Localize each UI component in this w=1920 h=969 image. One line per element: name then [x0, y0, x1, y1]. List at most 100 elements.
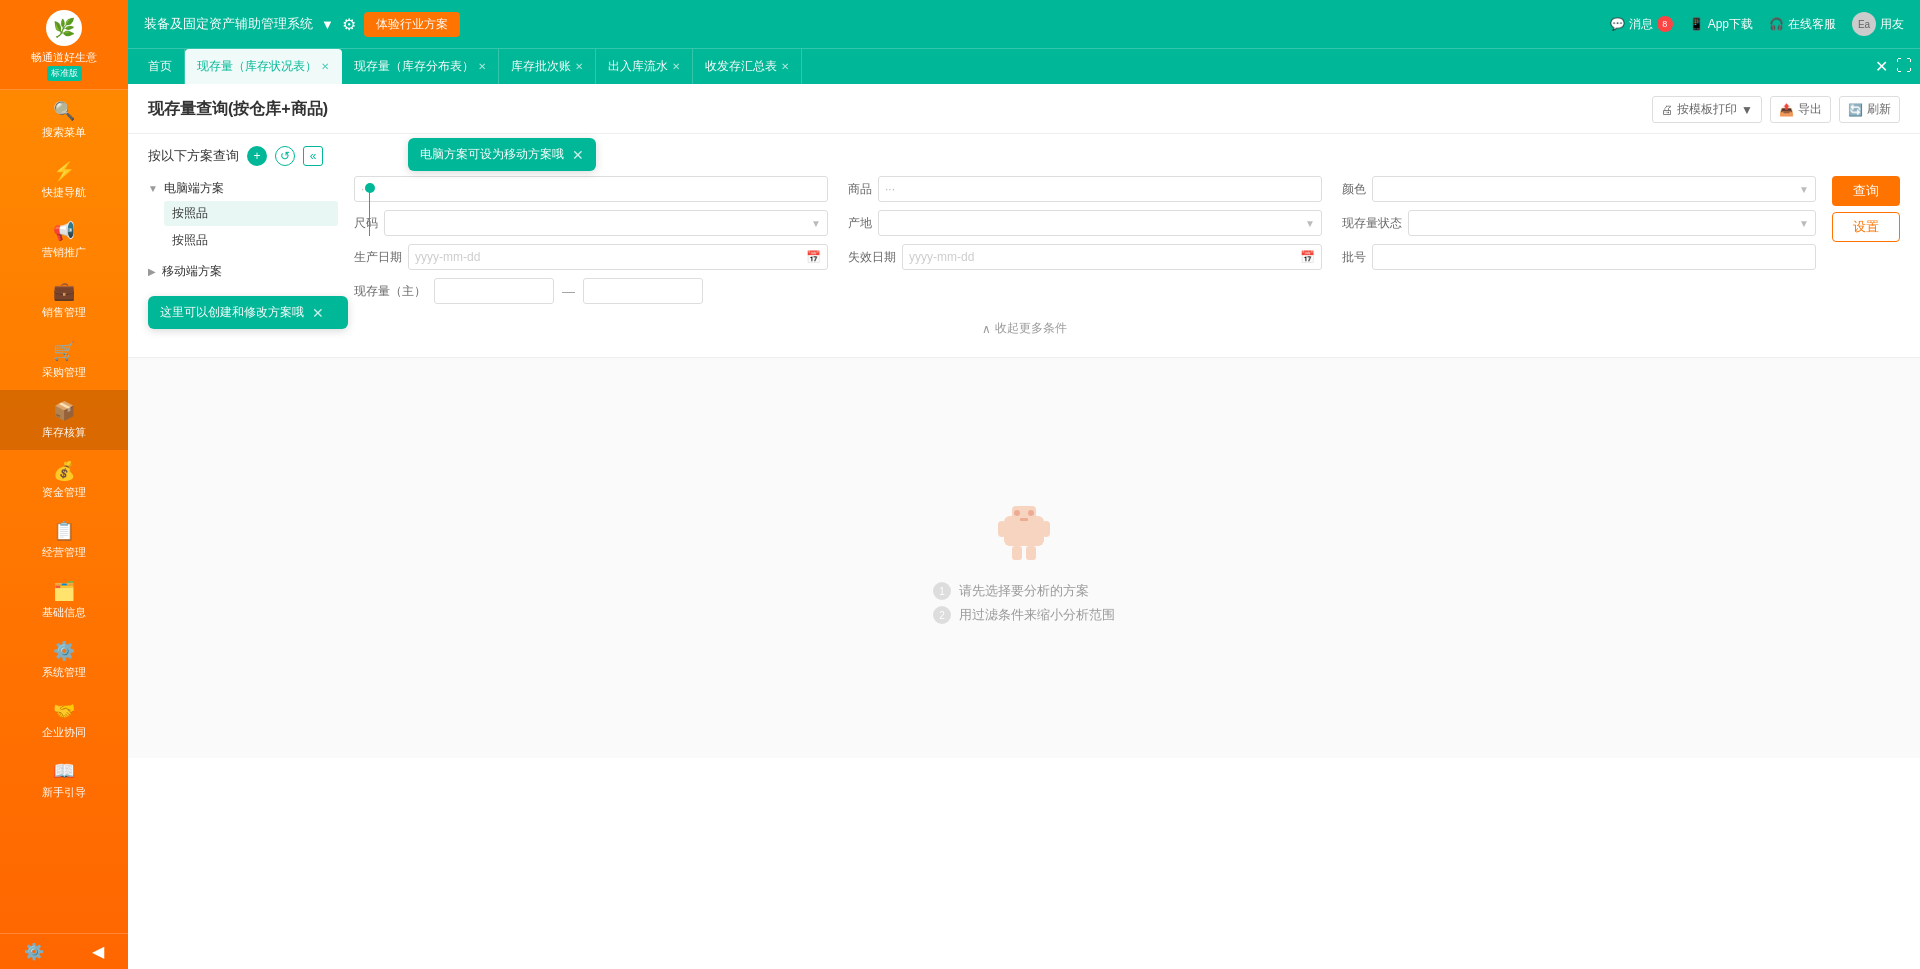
refresh-icon: 🔄	[1848, 103, 1863, 117]
reset-btn[interactable]: 设置	[1832, 212, 1900, 242]
page-header: 现存量查询(按仓库+商品) 🖨 按模板打印 ▼ 📤 导出 🔄 刷新	[128, 84, 1920, 134]
stock-main-label: 现存量（主）	[354, 283, 426, 300]
svg-point-3	[1028, 510, 1034, 516]
warehouse-input[interactable]: ···	[354, 176, 828, 202]
tab-inventory-dist[interactable]: 现存量（库存分布表） ✕	[342, 49, 499, 84]
connector-line	[369, 192, 370, 236]
stock-main-end-input[interactable]	[583, 278, 703, 304]
tooltip-create-close[interactable]: ✕	[312, 305, 324, 321]
search-icon: 🔍	[53, 100, 75, 122]
message-item[interactable]: 💬 消息 8	[1610, 16, 1673, 33]
sidebar-item-guide[interactable]: 📖 新手引导	[0, 750, 128, 810]
sidebar-collapse-btn[interactable]: ◀	[92, 942, 104, 961]
query-btn[interactable]: 查询	[1832, 176, 1900, 206]
stock-status-input[interactable]: ▼	[1408, 210, 1816, 236]
export-icon: 📤	[1779, 103, 1794, 117]
fullscreen-btn[interactable]: ⛶	[1896, 57, 1912, 76]
stock-main-start-input[interactable]	[434, 278, 554, 304]
origin-arrow: ▼	[1305, 218, 1315, 229]
goods-input[interactable]: ···	[878, 176, 1322, 202]
sidebar-item-enterprise[interactable]: 🤝 企业协同	[0, 690, 128, 750]
sidebar-item-marketing[interactable]: 📢 营销推广	[0, 210, 128, 270]
tooltip-add-close[interactable]: ✕	[572, 147, 584, 163]
color-input[interactable]: ▼	[1372, 176, 1816, 202]
sidebar-item-system[interactable]: ⚙️ 系统管理	[0, 630, 128, 690]
stock-status-field: 现存量状态 ▼	[1342, 210, 1816, 236]
sidebar-settings-btn[interactable]: ⚙️	[24, 942, 44, 961]
user-item[interactable]: Ea 用友	[1852, 12, 1904, 36]
mobile-scheme-header[interactable]: ▶ 移动端方案	[148, 259, 338, 284]
step-2-text: 用过滤条件来缩小分析范围	[959, 606, 1115, 624]
tab-in-out-flow-close[interactable]: ✕	[672, 61, 680, 72]
collapse-label: 收起更多条件	[995, 320, 1067, 337]
support-icon: 🎧	[1769, 17, 1784, 31]
tab-inventory-status-close[interactable]: ✕	[321, 61, 329, 72]
basic-icon: 🗂️	[53, 580, 75, 602]
batch-input[interactable]	[1372, 244, 1816, 270]
sidebar-item-sales[interactable]: 💼 销售管理	[0, 270, 128, 330]
warehouse-field: ···	[354, 176, 828, 202]
refresh-label: 刷新	[1867, 101, 1891, 118]
finance-icon: 💰	[53, 460, 75, 482]
desktop-scheme-header[interactable]: ▼ 电脑端方案	[148, 176, 338, 201]
tab-receive-summary-label: 收发存汇总表	[705, 58, 777, 75]
app-download-item[interactable]: 📱 App下载	[1689, 16, 1753, 33]
sidebar-item-quicknav[interactable]: ⚡ 快捷导航	[0, 150, 128, 210]
purchase-icon: 🛒	[53, 340, 75, 362]
export-btn[interactable]: 📤 导出	[1770, 96, 1831, 123]
collapse-btn[interactable]: ∧ 收起更多条件	[148, 312, 1900, 345]
mobile-scheme-toggle: ▶	[148, 266, 156, 277]
close-all-btn[interactable]: ✕	[1875, 57, 1888, 76]
sidebar-item-purchase[interactable]: 🛒 采购管理	[0, 330, 128, 390]
size-input[interactable]: ▼	[384, 210, 828, 236]
tab-receive-summary-close[interactable]: ✕	[781, 61, 789, 72]
sidebar: 🌿 畅通道好生意 标准版 🔍 搜索菜单 ⚡ 快捷导航 📢 营销推广 💼 销售管理…	[0, 0, 128, 969]
origin-input[interactable]: ▼	[878, 210, 1322, 236]
print-btn[interactable]: 🖨 按模板打印 ▼	[1652, 96, 1762, 123]
exp-date-input[interactable]: yyyy-mm-dd 📅	[902, 244, 1322, 270]
goods-more: ···	[885, 182, 895, 196]
user-avatar: Ea	[1852, 12, 1876, 36]
tab-inventory-dist-close[interactable]: ✕	[478, 61, 486, 72]
edit-scheme-btn[interactable]: ↺	[275, 146, 295, 166]
size-arrow: ▼	[811, 218, 821, 229]
tab-batch-account[interactable]: 库存批次账 ✕	[499, 49, 596, 84]
sidebar-item-basic[interactable]: 🗂️ 基础信息	[0, 570, 128, 630]
scheme-list-btn[interactable]: «	[303, 146, 323, 166]
prod-date-placeholder: yyyy-mm-dd	[415, 250, 480, 264]
support-item[interactable]: 🎧 在线客服	[1769, 16, 1836, 33]
size-label: 尺码	[354, 215, 378, 232]
trial-btn[interactable]: 体验行业方案	[364, 12, 460, 37]
connector-dot	[365, 183, 375, 193]
batch-field: 批号	[1342, 244, 1816, 270]
logo-text: 畅通道好生意	[31, 50, 97, 64]
logo-badge: 标准版	[47, 66, 82, 81]
prod-date-input[interactable]: yyyy-mm-dd 📅	[408, 244, 828, 270]
scheme-item-2[interactable]: 按照品	[164, 228, 338, 253]
sidebar-item-finance[interactable]: 💰 资金管理	[0, 450, 128, 510]
page-actions: 🖨 按模板打印 ▼ 📤 导出 🔄 刷新	[1652, 96, 1900, 133]
tab-inventory-status-label: 现存量（库存状况表）	[197, 58, 317, 75]
empty-state-area: 1 请先选择要分析的方案 2 用过滤条件来缩小分析范围	[128, 358, 1920, 758]
message-badge: 8	[1657, 16, 1673, 32]
topbar-settings-icon[interactable]: ⚙	[342, 15, 356, 34]
sidebar-item-inventory[interactable]: 📦 库存核算	[0, 390, 128, 450]
scheme-item-default[interactable]: 按照品	[164, 201, 338, 226]
tab-batch-account-close[interactable]: ✕	[575, 61, 583, 72]
svg-point-2	[1014, 510, 1020, 516]
refresh-btn[interactable]: 🔄 刷新	[1839, 96, 1900, 123]
enterprise-icon: 🤝	[53, 700, 75, 722]
app-dropdown-icon[interactable]: ▼	[321, 17, 334, 32]
sidebar-label-finance: 资金管理	[42, 485, 86, 500]
filter-left-panel: ▼ 电脑端方案 按照品 按照品 ▶ 移动端方案	[148, 176, 338, 312]
tab-in-out-flow[interactable]: 出入库流水 ✕	[596, 49, 693, 84]
tab-inventory-status[interactable]: 现存量（库存状况表） ✕	[185, 49, 342, 84]
tab-receive-summary[interactable]: 收发存汇总表 ✕	[693, 49, 802, 84]
batch-label: 批号	[1342, 249, 1366, 266]
tab-home[interactable]: 首页	[136, 49, 185, 84]
collapse-up-icon: ∧	[982, 322, 991, 336]
tabbar-right: ✕ ⛶	[1875, 57, 1912, 76]
add-scheme-btn[interactable]: +	[247, 146, 267, 166]
sidebar-item-operations[interactable]: 📋 经营管理	[0, 510, 128, 570]
sidebar-item-search[interactable]: 🔍 搜索菜单	[0, 90, 128, 150]
